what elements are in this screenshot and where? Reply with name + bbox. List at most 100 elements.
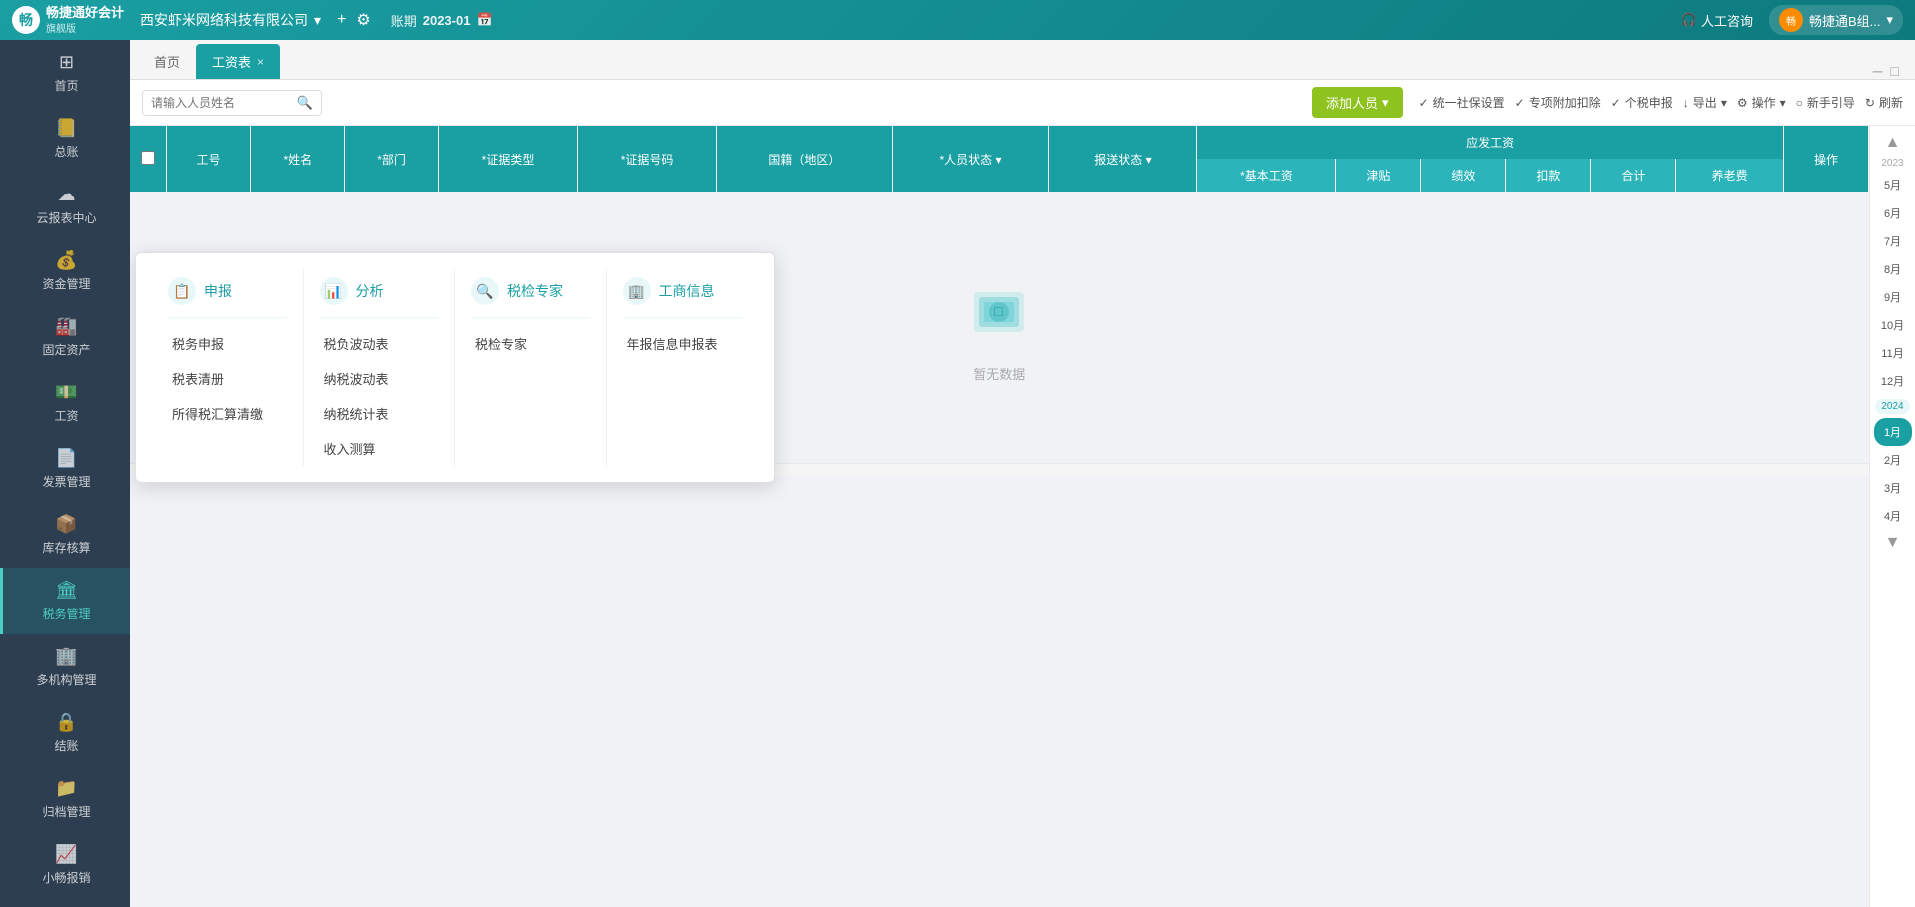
timeline-month-12[interactable]: 12月 [1874,367,1912,395]
sidebar-item-settings[interactable]: ⚙ 基础设置 [0,898,130,907]
dropdown-header-business: 🏢 工商信息 [623,269,743,318]
social-settings-btn[interactable]: ✓ 统一社保设置 [1419,94,1505,111]
customer-service-label: 人工咨询 [1701,11,1753,30]
sidebar-item-multi[interactable]: 🏢 多机构管理 [0,634,130,700]
sidebar-item-ledger[interactable]: 📒 总账 [0,106,130,172]
menu-tax-declare[interactable]: 税务申报 [168,326,287,361]
report-status-filter-icon[interactable]: ▾ [1146,153,1152,167]
sidebar-item-inventory[interactable]: 📦 库存核算 [0,502,130,568]
timeline-month-3-2024[interactable]: 3月 [1874,474,1912,502]
sidebar-item-payroll[interactable]: 💵 工资 [0,370,130,436]
user-avatar-area[interactable]: 畅 畅捷通B组... ▾ [1769,5,1903,35]
dropdown-col-business: 🏢 工商信息 年报信息申报表 [607,269,759,466]
sidebar-label-payroll: 工资 [54,407,78,424]
timeline-month-8[interactable]: 8月 [1874,255,1912,283]
sidebar-item-funds[interactable]: 💰 资金管理 [0,238,130,304]
cloud-icon: ☁ [58,184,76,205]
menu-income-tax[interactable]: 所得税汇算清缴 [168,396,287,431]
new-guide-btn[interactable]: ○ 新手引导 [1796,94,1855,111]
tax-return-label: 个税申报 [1625,94,1673,111]
th-deduction: 扣款 [1506,159,1591,192]
timeline-month-10[interactable]: 10月 [1874,311,1912,339]
tax-icon-btn: ✓ [1611,96,1621,110]
calendar-icon[interactable]: 📅 [476,12,492,28]
operations-btn[interactable]: ⚙ 操作 ▾ [1737,94,1786,111]
tax-return-btn[interactable]: ✓ 个税申报 [1611,94,1673,111]
sidebar-item-invoice[interactable]: 📄 发票管理 [0,436,130,502]
ledger-icon: 📒 [55,118,77,139]
export-btn[interactable]: ↓ 导出 ▾ [1683,94,1727,111]
timeline-month-7[interactable]: 7月 [1874,227,1912,255]
tab-max-icon[interactable]: □ [1891,63,1899,79]
tab-home[interactable]: 首页 [138,44,196,79]
customer-service-btn[interactable]: 🎧 人工咨询 [1681,11,1753,30]
sidebar-item-tax[interactable]: 🏛 税务管理 [0,568,130,634]
app-version: 旗舰版 [46,20,124,35]
sidebar-item-home[interactable]: ⊞ 首页 [0,40,130,106]
menu-tax-expert[interactable]: 税检专家 [471,326,590,361]
timeline-month-6[interactable]: 6月 [1874,199,1912,227]
sidebar-item-report[interactable]: 📈 小畅报销 [0,832,130,898]
company-selector[interactable]: 西安虾米网络科技有限公司 ▾ [132,6,329,34]
th-name: *姓名 [251,126,345,192]
toolbar-btns: ✓ 统一社保设置 ✓ 专项附加扣除 ✓ 个税申报 ↓ 导出 ▾ ⚙ [1419,94,1903,111]
tab-payroll-label: 工资表 [212,52,251,71]
sidebar-item-cloud[interactable]: ☁ 云报表中心 [0,172,130,238]
year-2024-badge[interactable]: 2024 [1875,399,1909,414]
tax-icon: 🏛 [55,580,78,601]
headset-icon: 🎧 [1681,12,1697,28]
th-pension: 养老费 [1676,159,1784,192]
menu-income-estimate[interactable]: 收入测算 [320,431,439,466]
timeline-month-2-2024[interactable]: 2月 [1874,446,1912,474]
declare-title: 申报 [204,281,232,301]
sidebar-label-assets: 固定资产 [42,341,90,358]
table-timeline-wrapper: 工号 *姓名 *部门 *证据类型 *证据号码 国籍（地区） *人员状态 ▾ [130,126,1915,907]
select-all-checkbox[interactable] [141,151,155,165]
operations-label: 操作 [1752,94,1776,111]
sidebar-label-report: 小畅报销 [42,869,90,886]
empty-illustration: ☐ [959,272,1039,352]
search-input[interactable] [151,96,293,110]
menu-annual-report[interactable]: 年报信息申报表 [623,326,743,361]
timeline-up-btn[interactable]: ▲ [1881,130,1905,156]
settings-icon[interactable]: ⚙ [356,10,370,30]
timeline-month-11[interactable]: 11月 [1874,339,1912,367]
sidebar: ⊞ 首页 📒 总账 ☁ 云报表中心 💰 资金管理 🏭 固定资产 💵 工资 📄 发… [0,40,130,907]
user-chevron-icon: ▾ [1886,12,1893,28]
expert-title: 税检专家 [507,281,563,301]
tab-close-icon[interactable]: × [257,55,264,69]
top-right: 🎧 人工咨询 畅 畅捷通B组... ▾ [1681,5,1903,35]
add-person-label: 添加人员 [1326,93,1378,112]
svg-text:☐: ☐ [993,305,1004,319]
timeline-down-btn[interactable]: ▼ [1881,530,1905,556]
timeline-month-9[interactable]: 9月 [1874,283,1912,311]
sidebar-item-assets[interactable]: 🏭 固定资产 [0,304,130,370]
operations-icon: ⚙ [1737,96,1748,110]
menu-tax-form[interactable]: 税表清册 [168,361,287,396]
multi-icon: 🏢 [55,646,77,667]
add-company-icon[interactable]: + [337,11,346,29]
sidebar-label-home: 首页 [54,77,78,94]
special-deduction-btn[interactable]: ✓ 专项附加扣除 [1515,94,1601,111]
sidebar-label-inventory: 库存核算 [42,539,90,556]
status-filter-icon[interactable]: ▾ [996,153,1002,167]
username-label: 畅捷通B组... [1809,11,1881,30]
search-box: 🔍 [142,90,322,116]
tab-payroll[interactable]: 工资表 × [196,44,280,79]
sidebar-item-archive[interactable]: 📁 归档管理 [0,766,130,832]
timeline-month-1-2024[interactable]: 1月 [1874,418,1912,446]
home-icon: ⊞ [59,52,74,73]
sidebar-item-closing[interactable]: 🔒 结账 [0,700,130,766]
th-base-wage: *基本工资 [1197,159,1336,192]
company-name: 西安虾米网络科技有限公司 [140,10,308,30]
menu-tax-burden[interactable]: 税负波动表 [320,326,439,361]
refresh-btn[interactable]: ↻ 刷新 [1865,94,1903,111]
tab-min-icon[interactable]: ─ [1873,63,1883,79]
menu-tax-fluctuation[interactable]: 纳税波动表 [320,361,439,396]
timeline-month-5[interactable]: 5月 [1874,171,1912,199]
add-person-button[interactable]: 添加人员 ▾ [1312,87,1403,118]
logo-icon: 畅 [12,6,40,34]
timeline-month-4-2024[interactable]: 4月 [1874,502,1912,530]
menu-tax-stats[interactable]: 纳税统计表 [320,396,439,431]
th-allowance: 津贴 [1336,159,1421,192]
